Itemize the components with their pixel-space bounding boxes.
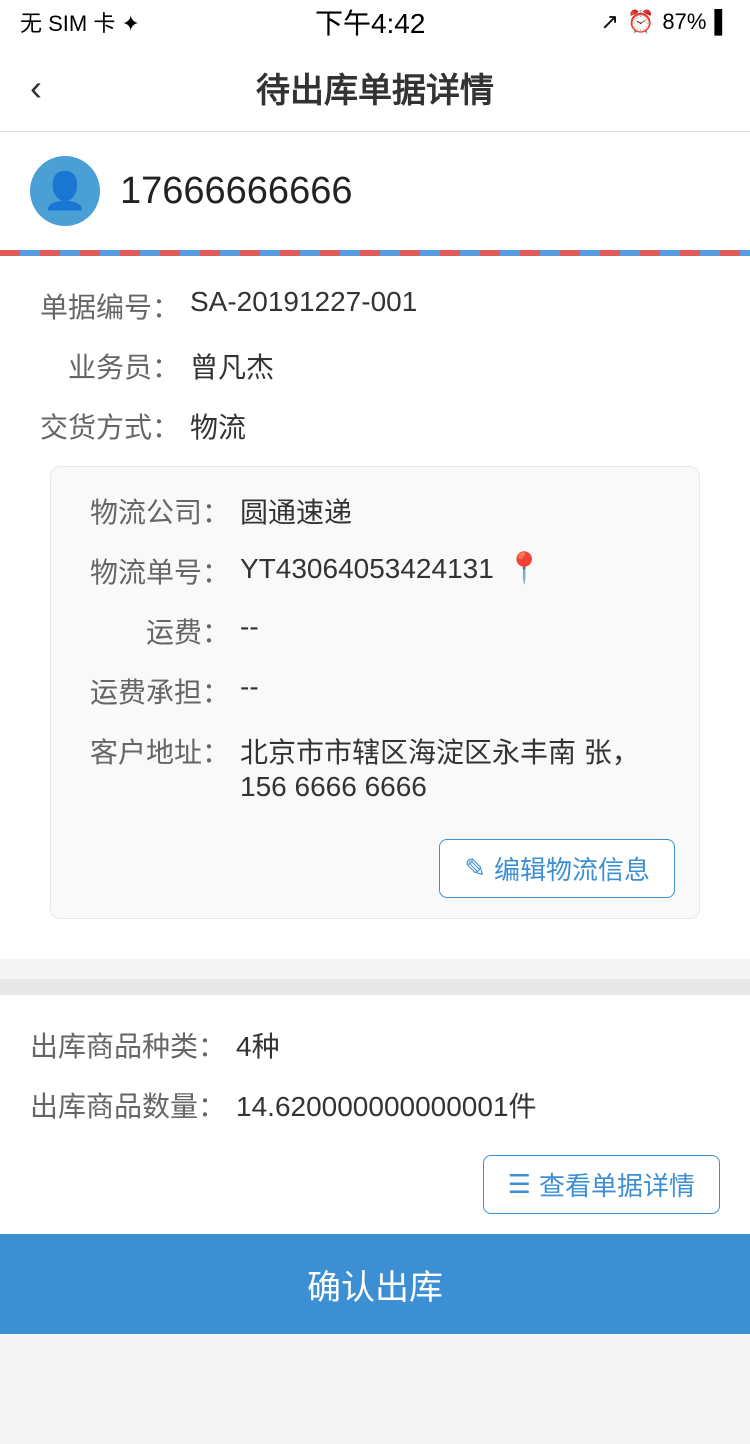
edit-logistics-button[interactable]: ✎ 编辑物流信息 xyxy=(439,839,675,898)
freight-row: 运费： -- xyxy=(75,611,675,651)
goods-category-row: 出库商品种类： 4种 xyxy=(30,1025,720,1065)
nav-bar: ‹ 待出库单据详情 xyxy=(0,44,750,132)
logistics-tracking-row: 物流单号： YT43064053424131 📍 xyxy=(75,551,675,591)
battery-level: 87% xyxy=(662,9,706,35)
edit-icon: ✎ xyxy=(464,853,486,884)
list-icon: ☰ xyxy=(508,1169,531,1200)
confirm-bar[interactable]: 确认出库 xyxy=(0,1234,750,1334)
back-button[interactable]: ‹ xyxy=(30,67,42,109)
logistics-company-row: 物流公司： 圆通速递 xyxy=(75,491,675,531)
document-info-section: 单据编号： SA-20191227-001 业务员： 曾凡杰 交货方式： 物流 … xyxy=(0,256,750,959)
document-number-value: SA-20191227-001 xyxy=(190,286,720,318)
status-time: 下午4:42 xyxy=(315,2,426,42)
logistics-company-value: 圆通速递 xyxy=(240,491,675,531)
avatar-icon: 👤 xyxy=(43,170,88,212)
user-phone: 17666666666 xyxy=(120,170,352,213)
address-label: 客户地址： xyxy=(75,731,230,771)
delivery-row: 交货方式： 物流 xyxy=(30,406,720,446)
document-number-label: 单据编号： xyxy=(30,286,180,326)
salesman-row: 业务员： 曾凡杰 xyxy=(30,346,720,386)
avatar: 👤 xyxy=(30,156,100,226)
logistics-card: 物流公司： 圆通速递 物流单号： YT43064053424131 📍 运费： … xyxy=(50,466,700,919)
status-right: ↗ ⏰ 87% ▌ xyxy=(601,9,730,35)
logistics-company-label: 物流公司： xyxy=(75,491,230,531)
map-pin-icon[interactable]: 📍 xyxy=(506,551,543,586)
goods-category-value: 4种 xyxy=(236,1025,280,1065)
freight-bearer-row: 运费承担： -- xyxy=(75,671,675,711)
goods-quantity-row: 出库商品数量： 14.620000000000001件 xyxy=(30,1085,720,1125)
view-detail-button[interactable]: ☰ 查看单据详情 xyxy=(483,1155,720,1214)
section-divider xyxy=(0,979,750,995)
delivery-value: 物流 xyxy=(190,406,720,446)
battery-icon: ▌ xyxy=(714,9,730,35)
edit-logistics-btn-container: ✎ 编辑物流信息 xyxy=(75,823,675,918)
location-arrow-icon: ↗ xyxy=(601,9,619,35)
alarm-icon: ⏰ xyxy=(627,9,654,35)
status-bar: 无 SIM 卡 ✦ 下午4:42 ↗ ⏰ 87% ▌ xyxy=(0,0,750,44)
user-section: 👤 17666666666 xyxy=(0,132,750,250)
goods-quantity-label: 出库商品数量： xyxy=(30,1085,226,1125)
goods-category-label: 出库商品种类： xyxy=(30,1025,226,1065)
freight-label: 运费： xyxy=(75,611,230,651)
goods-section: 出库商品种类： 4种 出库商品数量： 14.620000000000001件 ☰… xyxy=(0,995,750,1244)
salesman-label: 业务员： xyxy=(30,346,180,386)
status-left: 无 SIM 卡 ✦ xyxy=(20,6,140,38)
address-value: 北京市市辖区海淀区永丰南 张，156 6666 6666 xyxy=(240,731,675,803)
freight-bearer-value: -- xyxy=(240,671,675,703)
salesman-value: 曾凡杰 xyxy=(190,346,720,386)
freight-value: -- xyxy=(240,611,675,643)
delivery-label: 交货方式： xyxy=(30,406,180,446)
page-title: 待出库单据详情 xyxy=(256,63,494,112)
goods-quantity-value: 14.620000000000001件 xyxy=(236,1085,537,1125)
confirm-button-label: 确认出库 xyxy=(307,1260,443,1309)
freight-bearer-label: 运费承担： xyxy=(75,671,230,711)
edit-logistics-label: 编辑物流信息 xyxy=(494,850,650,887)
sim-status: 无 SIM 卡 ✦ xyxy=(20,6,140,38)
document-number-row: 单据编号： SA-20191227-001 xyxy=(30,286,720,326)
address-row: 客户地址： 北京市市辖区海淀区永丰南 张，156 6666 6666 xyxy=(75,731,675,803)
view-detail-btn-container: ☰ 查看单据详情 xyxy=(30,1145,720,1224)
logistics-tracking-value: YT43064053424131 📍 xyxy=(240,551,675,586)
view-detail-label: 查看单据详情 xyxy=(539,1166,695,1203)
logistics-tracking-label: 物流单号： xyxy=(75,551,230,591)
